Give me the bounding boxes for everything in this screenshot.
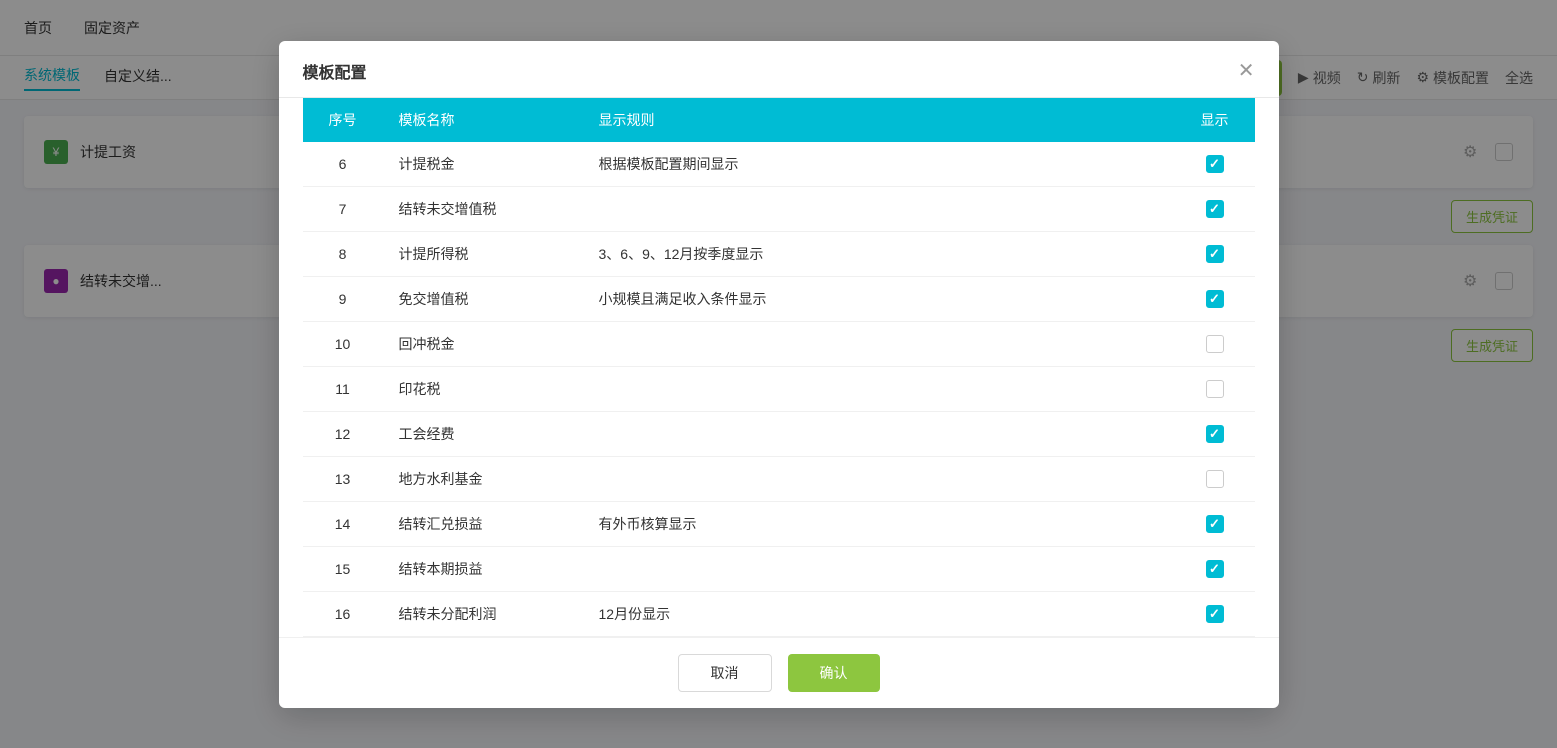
table-row: 16结转未分配利润12月份显示 (303, 591, 1255, 636)
cancel-button[interactable]: 取消 (678, 654, 772, 692)
cell-checkbox-6 (1175, 411, 1255, 456)
table-row: 9免交增值税小规模且满足收入条件显示 (303, 276, 1255, 321)
cell-name-3: 免交增值税 (383, 276, 583, 321)
checkbox-8[interactable] (1206, 515, 1224, 533)
checkbox-7[interactable] (1206, 470, 1224, 488)
checkbox-5[interactable] (1206, 380, 1224, 398)
cell-checkbox-3 (1175, 276, 1255, 321)
modal-overlay: 模板配置 ✕ 序号 模板名称 显示规则 显示 6计提税金根据模板配置期间显示7结… (0, 0, 1557, 748)
table-row: 14结转汇兑损益有外币核算显示 (303, 501, 1255, 546)
cell-rule-2: 3、6、9、12月按季度显示 (583, 231, 1175, 276)
checkbox-4[interactable] (1206, 335, 1224, 353)
cell-rule-10: 12月份显示 (583, 591, 1175, 636)
cell-rule-3: 小规模且满足收入条件显示 (583, 276, 1175, 321)
cell-rule-0: 根据模板配置期间显示 (583, 142, 1175, 187)
cell-no-3: 9 (303, 276, 383, 321)
cell-rule-9 (583, 546, 1175, 591)
table-body: 6计提税金根据模板配置期间显示7结转未交增值税8计提所得税3、6、9、12月按季… (303, 142, 1255, 637)
cell-rule-6 (583, 411, 1175, 456)
cell-checkbox-4 (1175, 321, 1255, 366)
checkbox-9[interactable] (1206, 560, 1224, 578)
checkbox-3[interactable] (1206, 290, 1224, 308)
modal-close-button[interactable]: ✕ (1238, 61, 1255, 81)
table-row: 15结转本期损益 (303, 546, 1255, 591)
table-row: 7结转未交增值税 (303, 186, 1255, 231)
cell-checkbox-2 (1175, 231, 1255, 276)
cell-name-6: 工会经费 (383, 411, 583, 456)
cell-no-0: 6 (303, 142, 383, 187)
cell-name-2: 计提所得税 (383, 231, 583, 276)
cell-no-10: 16 (303, 591, 383, 636)
modal-footer: 取消 确认 (279, 637, 1279, 708)
modal-title: 模板配置 (303, 59, 367, 83)
checkbox-1[interactable] (1206, 200, 1224, 218)
cell-no-4: 10 (303, 321, 383, 366)
col-header-display: 显示 (1175, 98, 1255, 142)
cell-no-5: 11 (303, 366, 383, 411)
cell-rule-5 (583, 366, 1175, 411)
cell-name-4: 回冲税金 (383, 321, 583, 366)
col-header-no: 序号 (303, 98, 383, 142)
cell-checkbox-0 (1175, 142, 1255, 187)
cell-name-1: 结转未交增值税 (383, 186, 583, 231)
table-row: 11印花税 (303, 366, 1255, 411)
table-row: 12工会经费 (303, 411, 1255, 456)
table-row: 13地方水利基金 (303, 456, 1255, 501)
cell-checkbox-7 (1175, 456, 1255, 501)
checkbox-6[interactable] (1206, 425, 1224, 443)
cell-checkbox-1 (1175, 186, 1255, 231)
table-row: 8计提所得税3、6、9、12月按季度显示 (303, 231, 1255, 276)
checkbox-10[interactable] (1206, 605, 1224, 623)
table-row: 10回冲税金 (303, 321, 1255, 366)
modal-header: 模板配置 ✕ (279, 41, 1279, 98)
cell-no-8: 14 (303, 501, 383, 546)
col-header-rule: 显示规则 (583, 98, 1175, 142)
cell-name-0: 计提税金 (383, 142, 583, 187)
confirm-button[interactable]: 确认 (788, 654, 880, 692)
cell-rule-7 (583, 456, 1175, 501)
cell-name-5: 印花税 (383, 366, 583, 411)
cell-name-8: 结转汇兑损益 (383, 501, 583, 546)
cell-checkbox-8 (1175, 501, 1255, 546)
cell-checkbox-5 (1175, 366, 1255, 411)
cell-no-7: 13 (303, 456, 383, 501)
checkbox-2[interactable] (1206, 245, 1224, 263)
cell-no-9: 15 (303, 546, 383, 591)
cell-rule-4 (583, 321, 1175, 366)
cell-no-2: 8 (303, 231, 383, 276)
cell-name-10: 结转未分配利润 (383, 591, 583, 636)
table-row: 6计提税金根据模板配置期间显示 (303, 142, 1255, 187)
template-config-modal: 模板配置 ✕ 序号 模板名称 显示规则 显示 6计提税金根据模板配置期间显示7结… (279, 41, 1279, 708)
cell-rule-1 (583, 186, 1175, 231)
modal-body: 序号 模板名称 显示规则 显示 6计提税金根据模板配置期间显示7结转未交增值税8… (279, 98, 1279, 637)
col-header-name: 模板名称 (383, 98, 583, 142)
config-table: 序号 模板名称 显示规则 显示 6计提税金根据模板配置期间显示7结转未交增值税8… (303, 98, 1255, 637)
cell-checkbox-10 (1175, 591, 1255, 636)
cell-checkbox-9 (1175, 546, 1255, 591)
cell-no-6: 12 (303, 411, 383, 456)
cell-no-1: 7 (303, 186, 383, 231)
checkbox-0[interactable] (1206, 155, 1224, 173)
table-header: 序号 模板名称 显示规则 显示 (303, 98, 1255, 142)
cell-name-9: 结转本期损益 (383, 546, 583, 591)
cell-name-7: 地方水利基金 (383, 456, 583, 501)
cell-rule-8: 有外币核算显示 (583, 501, 1175, 546)
